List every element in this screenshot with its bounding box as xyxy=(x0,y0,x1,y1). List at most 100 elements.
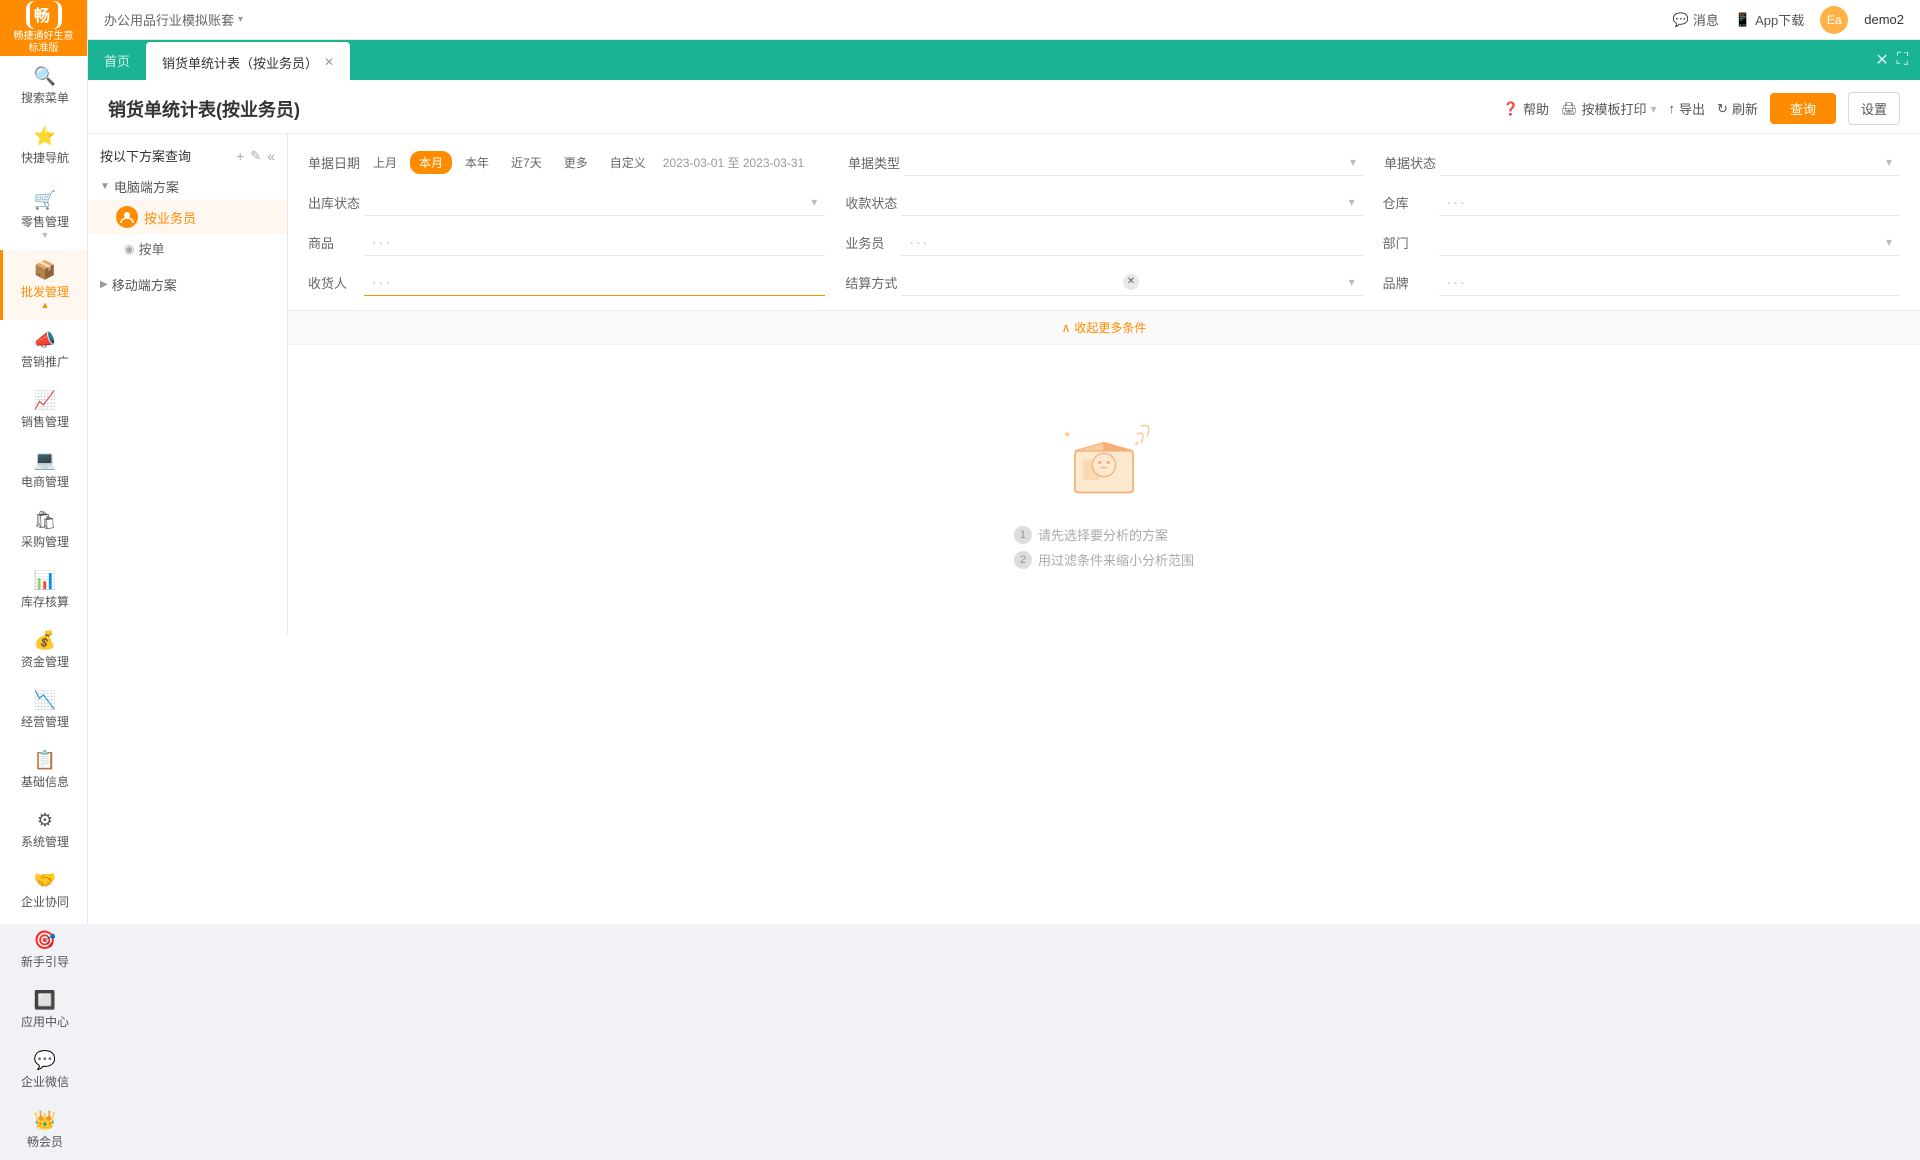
salesman-plan-label: 按业务员 xyxy=(144,208,196,227)
sidebar-item-sales[interactable]: 📈 销售管理 xyxy=(0,380,87,440)
date-btn-last7[interactable]: 近7天 xyxy=(502,151,551,174)
avatar[interactable]: Ea xyxy=(1820,6,1848,34)
brand-label: 品牌 xyxy=(1383,273,1439,292)
doc-status-control[interactable]: ▾ xyxy=(1440,148,1900,176)
sidebar-item-label: 库存核算 xyxy=(21,593,69,610)
app-center-icon: 🔲 xyxy=(34,990,56,1011)
plan-item-by-salesman[interactable]: 按业务员 xyxy=(88,200,287,234)
add-plan-icon[interactable]: + xyxy=(236,148,244,164)
tip2-num: 2 xyxy=(1014,551,1032,569)
tab-close-icon[interactable]: ✕ xyxy=(324,55,334,69)
message-button[interactable]: 💬 消息 xyxy=(1673,10,1719,29)
sidebar-item-ecommerce[interactable]: 💻 电商管理 xyxy=(0,440,87,500)
goods-control[interactable]: ··· xyxy=(364,228,825,256)
svg-text:畅: 畅 xyxy=(34,6,50,25)
goods-value: ··· xyxy=(372,234,392,250)
print-caret-icon: ▾ xyxy=(1651,102,1657,116)
tip1-num: 1 xyxy=(1014,526,1032,544)
tab-expand-icon[interactable]: ⛶ xyxy=(1897,51,1908,69)
sidebar-item-operation[interactable]: 📉 经营管理 xyxy=(0,680,87,740)
print-icon: 🖨 xyxy=(1561,101,1578,117)
logo-subtext: 标准版 xyxy=(29,43,59,55)
filter-consignee: 收货人 ··· xyxy=(308,268,825,296)
right-panel: 单据日期 上月 本月 本年 近7天 更多 自定义 2023-03-01 至 20… xyxy=(288,134,1920,635)
query-button[interactable]: 查询 xyxy=(1770,93,1836,124)
salesman-control[interactable]: ··· xyxy=(901,228,1362,256)
sidebar-item-purchase[interactable]: 🛍 采购管理 xyxy=(0,500,87,560)
message-icon: 💬 xyxy=(1673,12,1689,28)
sidebar-item-label: 畅会员 xyxy=(27,1133,63,1150)
filter-row-2: 出库状态 ▾ 收款状态 ▾ xyxy=(308,188,1900,216)
collapse-bar[interactable]: ∧ 收起更多条件 xyxy=(288,311,1920,345)
filter-brand: 品牌 ··· xyxy=(1383,268,1900,296)
consignee-label: 收货人 xyxy=(308,273,364,292)
plan-group-mobile-title[interactable]: ▶ 移动端方案 xyxy=(88,271,287,298)
sidebar-item-label: 基础信息 xyxy=(21,773,69,790)
sidebar-item-newbie[interactable]: 🎯 新手引导 xyxy=(0,920,87,980)
settlement-clear-icon[interactable]: ✕ xyxy=(1123,274,1139,290)
dept-caret-icon: ▾ xyxy=(1886,235,1892,249)
sidebar-item-retail[interactable]: 🛒 零售管理 ▼ xyxy=(0,180,87,250)
tab-home-label: 首页 xyxy=(104,51,130,70)
help-button[interactable]: ❓ 帮助 xyxy=(1503,99,1549,118)
date-label: 单据日期 xyxy=(308,153,364,172)
settlement-control[interactable]: ✕ ▾ xyxy=(901,268,1362,296)
date-btn-custom[interactable]: 自定义 xyxy=(601,151,655,174)
doc-status-caret-icon: ▾ xyxy=(1886,155,1892,169)
date-btn-prev-month[interactable]: 上月 xyxy=(364,151,406,174)
date-btn-this-year[interactable]: 本年 xyxy=(456,151,498,174)
consignee-value: ··· xyxy=(372,274,392,290)
split-layout: 按以下方案查询 + ✎ « ▼ 电脑端方案 xyxy=(88,134,1920,635)
date-btn-more[interactable]: 更多 xyxy=(555,151,597,174)
app-download-button[interactable]: 📱 App下载 xyxy=(1735,10,1804,29)
refresh-button[interactable]: ↻ 刷新 xyxy=(1717,99,1758,118)
page-actions: ❓ 帮助 🖨 按模板打印 ▾ ↑ 导出 ↻ 刷新 xyxy=(1503,92,1900,125)
sidebar-item-search[interactable]: 🔍 搜索菜单 xyxy=(0,56,87,116)
date-btn-this-month[interactable]: 本月 xyxy=(410,151,452,174)
receipt-status-label: 收款状态 xyxy=(845,193,901,212)
doc-type-control[interactable]: ▾ xyxy=(904,148,1364,176)
sidebar-item-system[interactable]: ⚙ 系统管理 xyxy=(0,800,87,860)
warehouse-control[interactable]: ··· xyxy=(1439,188,1900,216)
sidebar-item-marketing[interactable]: 📣 营销推广 xyxy=(0,320,87,380)
page-header: 销货单统计表(按业务员) ❓ 帮助 🖨 按模板打印 ▾ ↑ 导出 xyxy=(88,80,1920,134)
sidebar-item-wholesale[interactable]: 📦 批发管理 ▲ xyxy=(0,250,87,320)
settings-button[interactable]: 设置 xyxy=(1848,92,1900,125)
expand-icon-active: ▲ xyxy=(41,300,50,310)
sidebar-item-app-center[interactable]: 🔲 应用中心 xyxy=(0,980,87,1040)
receipt-status-control[interactable]: ▾ xyxy=(901,188,1362,216)
tab-close-all-icon[interactable]: ✕ xyxy=(1875,50,1888,70)
sidebar-item-quick-nav[interactable]: ⭐ 快捷导航 xyxy=(0,116,87,176)
goods-label: 商品 xyxy=(308,233,364,252)
template-print-button[interactable]: 🖨 按模板打印 ▾ xyxy=(1561,99,1657,118)
breadcrumb-caret-icon: ▾ xyxy=(238,14,243,25)
sidebar-item-basic[interactable]: 📋 基础信息 xyxy=(0,740,87,800)
sidebar: 畅 畅捷通好生意 标准版 🔍 搜索菜单 ⭐ 快捷导航 🛒 零售管理 ▼ 📦 批发… xyxy=(0,0,88,924)
member-icon: 👑 xyxy=(34,1110,56,1131)
warehouse-label: 仓库 xyxy=(1383,193,1439,212)
corp-wechat-icon: 💬 xyxy=(34,1050,56,1071)
export-button[interactable]: ↑ 导出 xyxy=(1669,99,1706,118)
consignee-control[interactable]: ··· xyxy=(364,268,825,296)
tab-sales-stats[interactable]: 销货单统计表（按业务员） ✕ xyxy=(146,42,350,82)
brand-control[interactable]: ··· xyxy=(1439,268,1900,296)
plan-item-by-order[interactable]: ◉ 按单 xyxy=(88,234,287,263)
sidebar-item-finance[interactable]: 💰 资金管理 xyxy=(0,620,87,680)
collapse-panel-icon[interactable]: « xyxy=(267,148,275,164)
sidebar-item-inventory[interactable]: 📊 库存核算 xyxy=(0,560,87,620)
empty-state: ✦ ✦ 1 请先选择要分析的方案 2 用过滤条件来缩小分析范围 xyxy=(288,345,1920,635)
date-filter: 上月 本月 本年 近7天 更多 自定义 2023-03-01 至 2023-03… xyxy=(364,151,828,174)
sidebar-item-enterprise[interactable]: 🤝 企业协同 xyxy=(0,860,87,920)
dept-control[interactable]: ▾ xyxy=(1439,228,1900,256)
sidebar-item-label: 营销推广 xyxy=(21,353,69,370)
sidebar-item-member[interactable]: 👑 畅会员 xyxy=(0,1100,87,1160)
content: 销货单统计表(按业务员) ❓ 帮助 🖨 按模板打印 ▾ ↑ 导出 xyxy=(88,80,1920,924)
purchase-icon: 🛍 xyxy=(34,510,57,531)
plan-group-desktop-title[interactable]: ▼ 电脑端方案 xyxy=(88,173,287,200)
breadcrumb-dropdown[interactable]: 办公用品行业模拟账套 ▾ xyxy=(104,10,243,29)
user-name[interactable]: demo2 xyxy=(1864,12,1904,27)
sidebar-item-corp-wechat[interactable]: 💬 企业微信 xyxy=(0,1040,87,1100)
tab-home[interactable]: 首页 xyxy=(88,40,146,80)
edit-plan-icon[interactable]: ✎ xyxy=(250,148,261,164)
out-status-control[interactable]: ▾ xyxy=(364,188,825,216)
